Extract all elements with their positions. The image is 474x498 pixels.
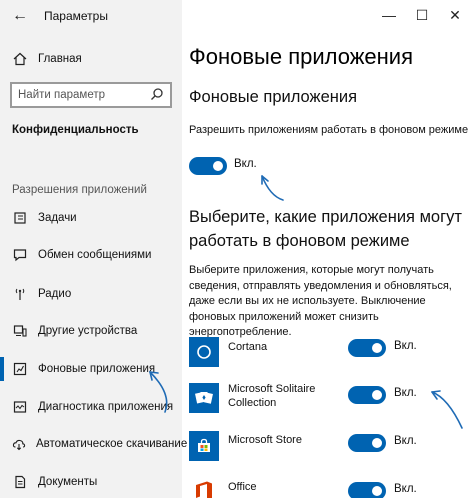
choose-apps-heading: Выберите, какие приложения могут работат… <box>189 208 462 250</box>
sidebar: ← Параметры Главная Найти параметр Конфи… <box>0 0 187 498</box>
toggle-knob <box>372 438 382 448</box>
app-toggle-label: Вкл. <box>394 435 417 447</box>
sidebar-item-label: Задачи <box>38 212 77 224</box>
toggle-knob <box>372 486 382 496</box>
window-title: Параметры <box>44 9 108 23</box>
app-name: Microsoft Solitaire Collection <box>228 383 316 409</box>
toggle-knob <box>372 390 382 400</box>
devices-icon <box>12 323 28 339</box>
sidebar-item-other-devices[interactable]: Другие устройства <box>0 318 182 344</box>
sidebar-item-auto-download[interactable]: Автоматическое скачивание <box>0 431 187 457</box>
sidebar-item-label: Фоновые приложения <box>38 363 156 375</box>
store-icon <box>189 431 219 461</box>
sidebar-item-app-diagnostics[interactable]: Диагностика приложения <box>0 394 182 420</box>
app-row-cortana: Cortana Вкл. <box>182 332 474 372</box>
app-toggle-cortana[interactable] <box>348 339 386 357</box>
sidebar-item-label: Документы <box>38 476 98 488</box>
allow-background-description: Разрешить приложениям работать в фоновом… <box>189 124 469 136</box>
app-name: Microsoft Store <box>228 434 302 446</box>
sidebar-item-radio[interactable]: Радио <box>0 281 182 307</box>
app-row-solitaire: Microsoft Solitaire Collection Вкл. <box>182 378 474 418</box>
solitaire-icon <box>189 383 219 413</box>
app-name: Office <box>228 481 257 493</box>
document-icon <box>12 474 28 490</box>
sidebar-item-tasks[interactable]: Задачи <box>0 205 182 231</box>
toggle-knob <box>372 343 382 353</box>
app-row-office: Office Вкл. <box>182 472 474 498</box>
sidebar-item-documents[interactable]: Документы <box>0 469 182 495</box>
sidebar-item-label: Автоматическое скачивание <box>36 438 188 450</box>
diagnostics-icon <box>12 399 28 415</box>
cloud-download-icon <box>12 436 26 452</box>
tasks-icon <box>12 210 28 226</box>
app-toggle-label: Вкл. <box>394 387 417 399</box>
toggle-knob <box>213 161 223 171</box>
section-heading: Фоновые приложения <box>189 88 358 106</box>
chat-icon <box>12 247 28 263</box>
sidebar-item-label: Радио <box>38 288 72 300</box>
app-toggle-office[interactable] <box>348 482 386 498</box>
sidebar-item-label: Диагностика приложения <box>38 401 174 413</box>
radio-icon <box>12 286 28 302</box>
app-name: Cortana <box>228 341 268 353</box>
cortana-icon <box>189 337 219 367</box>
search-icon[interactable] <box>150 87 164 104</box>
search-input[interactable]: Найти параметр <box>10 82 172 108</box>
sidebar-item-label: Главная <box>38 53 82 65</box>
sidebar-item-label: Другие устройства <box>38 325 138 337</box>
sidebar-item-label: Обмен сообщениями <box>38 249 152 261</box>
search-placeholder: Найти параметр <box>18 89 106 101</box>
office-icon <box>189 477 219 498</box>
back-button[interactable]: ← <box>10 6 30 26</box>
page-title: Фоновые приложения <box>189 44 414 69</box>
main-content: Фоновые приложения Фоновые приложения Ра… <box>182 0 474 498</box>
app-toggle-solitaire[interactable] <box>348 386 386 404</box>
allow-background-toggle-label: Вкл. <box>234 158 257 170</box>
app-toggle-label: Вкл. <box>394 483 417 495</box>
choose-apps-description: Выберите приложения, которые могут получ… <box>189 264 452 338</box>
allow-background-toggle[interactable] <box>189 157 227 175</box>
app-row-store: Microsoft Store Вкл. <box>182 426 474 466</box>
sidebar-item-messaging[interactable]: Обмен сообщениями <box>0 242 182 268</box>
sidebar-item-background-apps[interactable]: Фоновые приложения <box>0 356 182 382</box>
section-caption: Разрешения приложений <box>12 184 147 196</box>
section-title: Конфиденциальность <box>12 124 139 136</box>
app-toggle-label: Вкл. <box>394 340 417 352</box>
home-icon <box>12 51 28 67</box>
sidebar-item-home[interactable]: Главная <box>0 46 182 72</box>
app-toggle-store[interactable] <box>348 434 386 452</box>
background-apps-icon <box>12 361 28 377</box>
